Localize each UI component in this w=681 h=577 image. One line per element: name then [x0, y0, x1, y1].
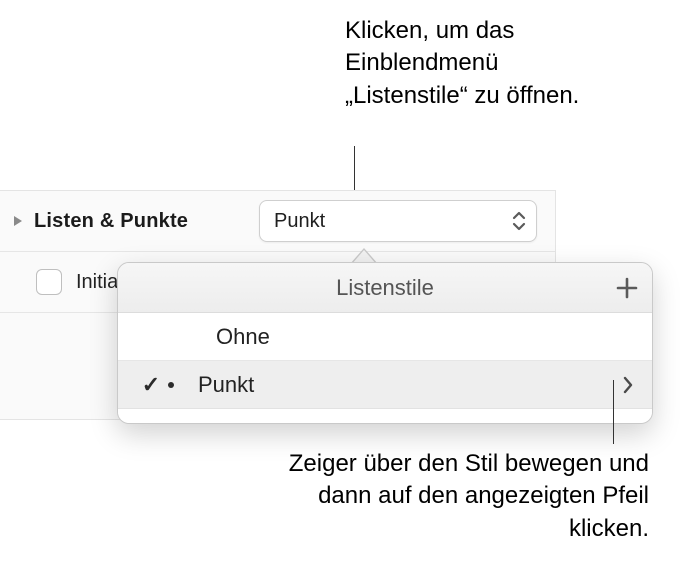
callout-top-text: Klicken, um das Einblendmenü „Listenstil… [345, 15, 605, 112]
chevron-right-icon[interactable] [622, 375, 634, 395]
popover-title: Listenstile [336, 275, 434, 301]
inspector-panel: Listen & Punkte Punkt Initia Listenstile [0, 168, 559, 428]
bullet-icon [168, 382, 174, 388]
list-style-item-bullet[interactable]: ✓ Punkt [118, 361, 652, 409]
list-style-popup-button[interactable]: Punkt [259, 200, 537, 242]
list-item-label: Punkt [198, 372, 254, 398]
drop-cap-checkbox[interactable] [36, 269, 62, 295]
callout-bottom-text: Zeiger über den Stil bewegen und dann au… [285, 448, 649, 545]
list-item-leading: ✓ [118, 372, 198, 398]
checkmark-icon: ✓ [142, 372, 160, 398]
plus-icon [615, 276, 639, 300]
popover-header: Listenstile [118, 263, 652, 313]
list-style-item-none[interactable]: Ohne [118, 313, 652, 361]
disclosure-triangle-icon[interactable] [14, 216, 22, 226]
add-style-button[interactable] [612, 273, 642, 303]
list-style-popup-value: Punkt [274, 210, 325, 233]
chevron-up-down-icon [512, 210, 526, 232]
list-styles-popover: Listenstile Ohne ✓ Punkt [117, 262, 653, 424]
callout-bottom-leader-line [613, 380, 614, 444]
popover-list: Ohne ✓ Punkt [118, 313, 652, 409]
section-row-lists-bullets[interactable]: Listen & Punkte Punkt [0, 191, 555, 251]
list-item-label: Ohne [198, 324, 270, 350]
drop-cap-label: Initia [76, 271, 118, 294]
popover-bottom-edge [118, 409, 652, 423]
section-label: Listen & Punkte [34, 210, 188, 233]
